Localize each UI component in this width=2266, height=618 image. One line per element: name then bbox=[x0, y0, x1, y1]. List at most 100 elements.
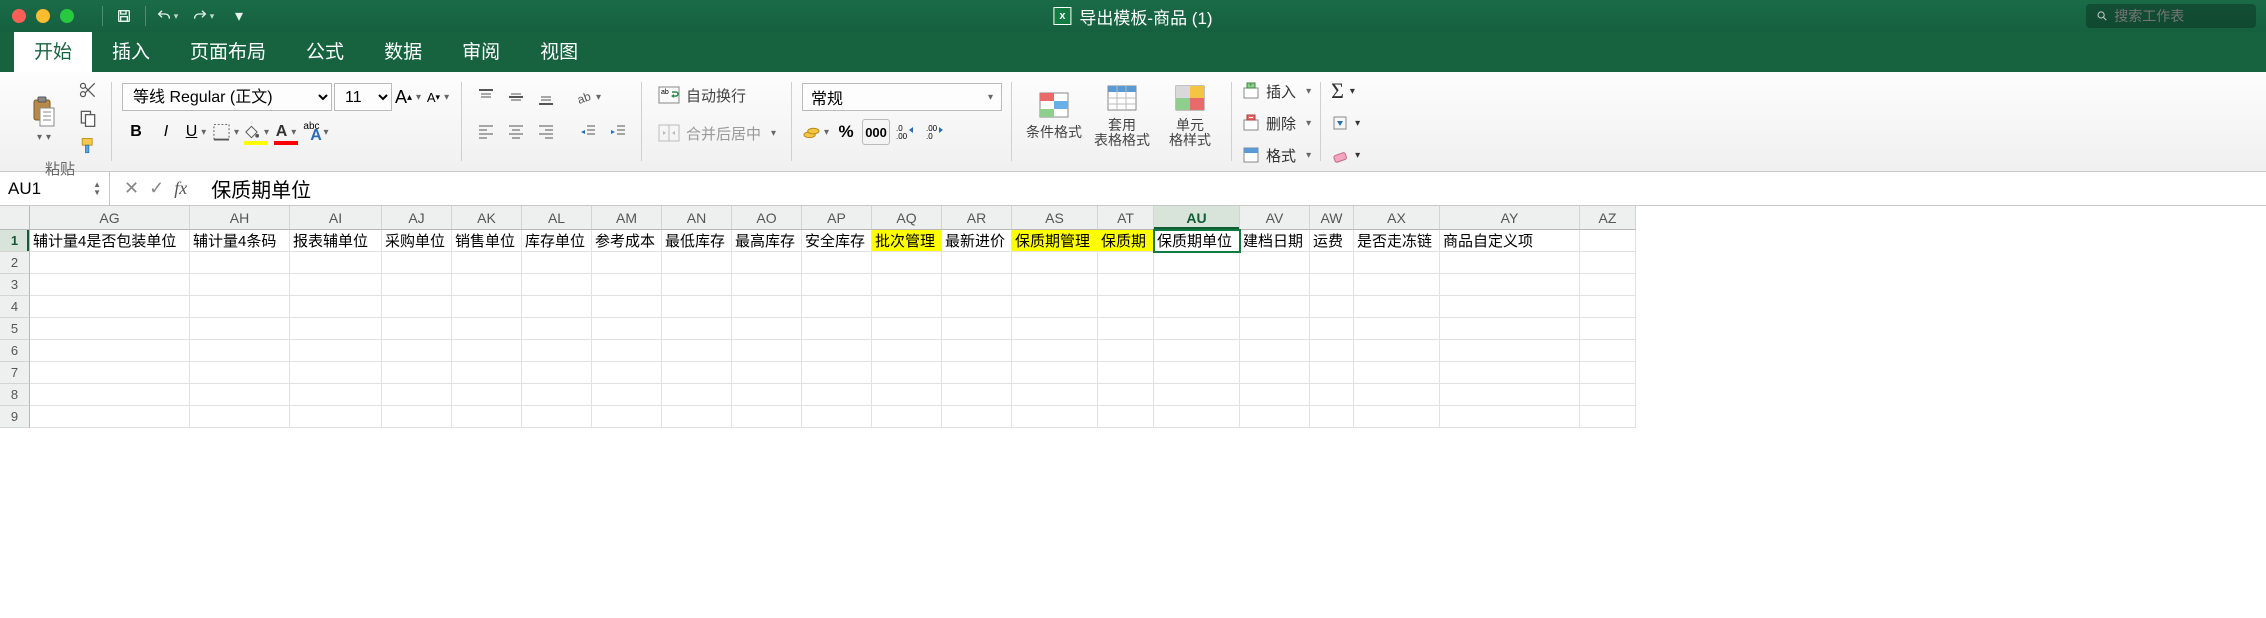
cell-AS6[interactable] bbox=[1012, 340, 1098, 362]
number-format-select[interactable]: 常规▾ bbox=[802, 83, 1002, 111]
cell-AW3[interactable] bbox=[1310, 274, 1354, 296]
cell-AJ6[interactable] bbox=[382, 340, 452, 362]
column-header-AQ[interactable]: AQ bbox=[872, 206, 942, 230]
row-header-7[interactable]: 7 bbox=[0, 362, 30, 384]
autosum-button[interactable]: Σ▾ bbox=[1331, 78, 1355, 104]
cell-AR7[interactable] bbox=[942, 362, 1012, 384]
format-cells-button[interactable]: 格式 bbox=[1242, 142, 1311, 168]
cell-AS3[interactable] bbox=[1012, 274, 1098, 296]
undo-button[interactable] bbox=[152, 5, 182, 27]
cell-AT5[interactable] bbox=[1098, 318, 1154, 340]
cell-AY6[interactable] bbox=[1440, 340, 1580, 362]
cell-AZ7[interactable] bbox=[1580, 362, 1636, 384]
cell-AM9[interactable] bbox=[592, 406, 662, 428]
cell-AG5[interactable] bbox=[30, 318, 190, 340]
cell-AK1[interactable]: 销售单位 bbox=[452, 230, 522, 252]
cell-AJ4[interactable] bbox=[382, 296, 452, 318]
tab-insert[interactable]: 插入 bbox=[92, 27, 170, 72]
cell-AY2[interactable] bbox=[1440, 252, 1580, 274]
cell-AT4[interactable] bbox=[1098, 296, 1154, 318]
font-size-select[interactable]: 11 bbox=[334, 83, 392, 111]
font-color-button[interactable]: A bbox=[272, 119, 300, 145]
save-button[interactable] bbox=[109, 5, 139, 27]
column-header-AO[interactable]: AO bbox=[732, 206, 802, 230]
decrease-font-button[interactable]: A▾ bbox=[424, 84, 452, 110]
cell-AN7[interactable] bbox=[662, 362, 732, 384]
cell-AR2[interactable] bbox=[942, 252, 1012, 274]
align-center-button[interactable] bbox=[502, 118, 530, 144]
tab-page-layout[interactable]: 页面布局 bbox=[170, 27, 286, 72]
cell-AS5[interactable] bbox=[1012, 318, 1098, 340]
border-button[interactable] bbox=[212, 119, 240, 145]
cell-AL4[interactable] bbox=[522, 296, 592, 318]
cell-AZ9[interactable] bbox=[1580, 406, 1636, 428]
cell-AV6[interactable] bbox=[1240, 340, 1310, 362]
cell-AU3[interactable] bbox=[1154, 274, 1240, 296]
align-top-button[interactable] bbox=[472, 84, 500, 110]
tab-data[interactable]: 数据 bbox=[364, 27, 442, 72]
cell-AX4[interactable] bbox=[1354, 296, 1440, 318]
cell-AP9[interactable] bbox=[802, 406, 872, 428]
cell-AU5[interactable] bbox=[1154, 318, 1240, 340]
cell-AL8[interactable] bbox=[522, 384, 592, 406]
cell-AL2[interactable] bbox=[522, 252, 592, 274]
cell-AQ7[interactable] bbox=[872, 362, 942, 384]
cell-AK8[interactable] bbox=[452, 384, 522, 406]
cell-AS1[interactable]: 保质期管理 bbox=[1012, 230, 1098, 252]
cell-AU9[interactable] bbox=[1154, 406, 1240, 428]
cell-AG6[interactable] bbox=[30, 340, 190, 362]
cell-AV7[interactable] bbox=[1240, 362, 1310, 384]
cell-AY8[interactable] bbox=[1440, 384, 1580, 406]
paste-button[interactable]: ▾ bbox=[18, 94, 70, 143]
cell-AP8[interactable] bbox=[802, 384, 872, 406]
row-header-6[interactable]: 6 bbox=[0, 340, 30, 362]
cell-AI2[interactable] bbox=[290, 252, 382, 274]
cell-AL1[interactable]: 库存单位 bbox=[522, 230, 592, 252]
cell-AT3[interactable] bbox=[1098, 274, 1154, 296]
column-header-AN[interactable]: AN bbox=[662, 206, 732, 230]
cell-AT2[interactable] bbox=[1098, 252, 1154, 274]
cell-AK7[interactable] bbox=[452, 362, 522, 384]
cell-AZ5[interactable] bbox=[1580, 318, 1636, 340]
cell-AV5[interactable] bbox=[1240, 318, 1310, 340]
column-header-AS[interactable]: AS bbox=[1012, 206, 1098, 230]
fill-button[interactable]: ▾ bbox=[1331, 110, 1360, 136]
cell-AR9[interactable] bbox=[942, 406, 1012, 428]
cell-AJ2[interactable] bbox=[382, 252, 452, 274]
cell-AX2[interactable] bbox=[1354, 252, 1440, 274]
cell-AQ6[interactable] bbox=[872, 340, 942, 362]
cell-AP2[interactable] bbox=[802, 252, 872, 274]
cell-AP6[interactable] bbox=[802, 340, 872, 362]
cell-AM3[interactable] bbox=[592, 274, 662, 296]
cell-AQ4[interactable] bbox=[872, 296, 942, 318]
cell-AZ1[interactable] bbox=[1580, 230, 1636, 252]
cell-AP3[interactable] bbox=[802, 274, 872, 296]
fill-color-button[interactable] bbox=[242, 119, 270, 145]
cell-AM6[interactable] bbox=[592, 340, 662, 362]
cell-AX1[interactable]: 是否走冻链 bbox=[1354, 230, 1440, 252]
cell-styles-button[interactable]: 单元 格样式 bbox=[1158, 80, 1222, 149]
cell-AH3[interactable] bbox=[190, 274, 290, 296]
cell-AH5[interactable] bbox=[190, 318, 290, 340]
cell-AT8[interactable] bbox=[1098, 384, 1154, 406]
row-header-3[interactable]: 3 bbox=[0, 274, 30, 296]
minimize-window-button[interactable] bbox=[36, 9, 50, 23]
cell-AH9[interactable] bbox=[190, 406, 290, 428]
cell-AK6[interactable] bbox=[452, 340, 522, 362]
phonetic-button[interactable]: abc A bbox=[302, 119, 330, 145]
cell-AH7[interactable] bbox=[190, 362, 290, 384]
cell-AP5[interactable] bbox=[802, 318, 872, 340]
align-middle-button[interactable] bbox=[502, 84, 530, 110]
column-header-AY[interactable]: AY bbox=[1440, 206, 1580, 230]
align-right-button[interactable] bbox=[532, 118, 560, 144]
row-header-5[interactable]: 5 bbox=[0, 318, 30, 340]
cell-AZ6[interactable] bbox=[1580, 340, 1636, 362]
cell-AL7[interactable] bbox=[522, 362, 592, 384]
cell-AY7[interactable] bbox=[1440, 362, 1580, 384]
cell-AS9[interactable] bbox=[1012, 406, 1098, 428]
row-header-9[interactable]: 9 bbox=[0, 406, 30, 428]
spreadsheet-grid[interactable]: AGAHAIAJAKALAMANAOAPAQARASATAUAVAWAXAYAZ… bbox=[0, 206, 2266, 428]
tab-review[interactable]: 审阅 bbox=[442, 27, 520, 72]
increase-font-button[interactable]: A▴ bbox=[394, 84, 422, 110]
column-header-AK[interactable]: AK bbox=[452, 206, 522, 230]
